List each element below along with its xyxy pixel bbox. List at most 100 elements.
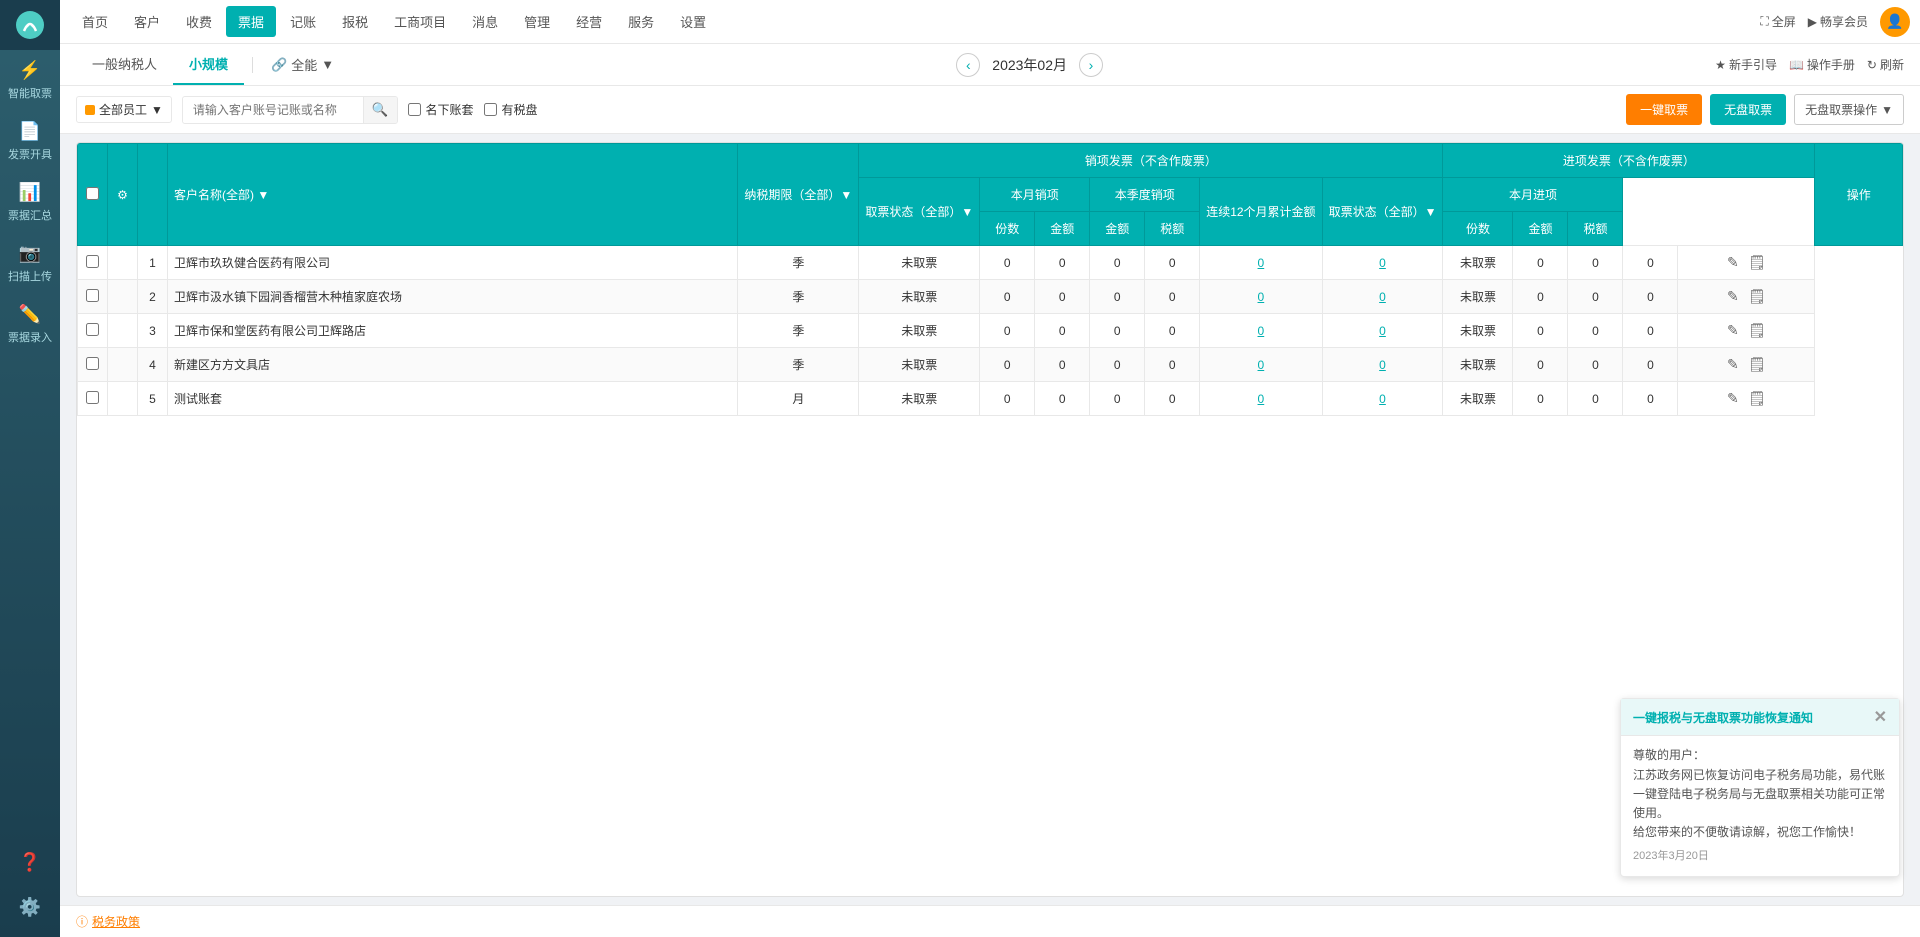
sidebar-settings-icon[interactable]: ⚙️ <box>0 887 60 927</box>
no-disk-fetch-btn[interactable]: 无盘取票 <box>1710 94 1786 125</box>
invoice-summary-icon: 📊 <box>19 182 41 203</box>
new-guide-label: 新手引导 <box>1729 56 1777 73</box>
search-input[interactable] <box>183 98 363 122</box>
edit-icon-0[interactable]: ✎ <box>1727 254 1739 270</box>
tax-policy-link[interactable]: 税务政策 <box>92 913 140 930</box>
view-icon-3[interactable]: 🗒 <box>1748 356 1766 372</box>
user-avatar[interactable]: 👤 <box>1880 7 1910 37</box>
row-settings-cell <box>108 246 138 280</box>
subtab-all[interactable]: 🔗 全能 ▼ <box>261 49 344 80</box>
checkbox-tax[interactable] <box>484 103 497 116</box>
row-checkbox-cell <box>78 314 108 348</box>
row-year-sale-tax-0: 0 <box>1322 246 1443 280</box>
topnav-item-bizproject[interactable]: 工商项目 <box>382 6 458 37</box>
vip-btn[interactable]: ▶ 畅享会员 <box>1808 13 1868 30</box>
row-month-purchase-count-2: 0 <box>1513 314 1568 348</box>
checkbox-account-label[interactable]: 名下账套 <box>408 101 474 118</box>
topnav-right: ⛶ 全屏 ▶ 畅享会员 👤 <box>1760 7 1910 37</box>
topnav-item-manage[interactable]: 管理 <box>512 6 562 37</box>
checkbox-account[interactable] <box>408 103 421 116</box>
row-checkbox-2[interactable] <box>86 323 99 336</box>
no-disk-ops-btn[interactable]: 无盘取票操作 ▼ <box>1794 94 1904 125</box>
row-checkbox-3[interactable] <box>86 357 99 370</box>
row-quarter-sale-amount-3: 0 <box>1090 348 1145 382</box>
prev-month-btn[interactable]: ‹ <box>956 53 980 77</box>
manual-icon: 📖 <box>1789 58 1804 72</box>
topnav-item-billing[interactable]: 收费 <box>174 6 224 37</box>
header-year-amount: 连续12个月累计金额 <box>1200 178 1322 246</box>
one-click-fetch-btn[interactable]: 一键取票 <box>1626 94 1702 125</box>
select-all-checkbox[interactable] <box>86 187 99 200</box>
topnav-item-settings[interactable]: 设置 <box>668 6 718 37</box>
current-date: 2023年02月 <box>992 55 1067 75</box>
vip-label: 畅享会员 <box>1820 13 1868 30</box>
topnav-item-service[interactable]: 服务 <box>616 6 666 37</box>
view-icon-4[interactable]: 🗒 <box>1748 390 1766 406</box>
row-purchase-status-1: 未取票 <box>1443 280 1513 314</box>
table-row: 1 卫辉市玖玖健合医药有限公司 季 未取票 0 0 0 0 0 0 未取票 0 … <box>78 246 1903 280</box>
row-checkbox-0[interactable] <box>86 255 99 268</box>
row-checkbox-1[interactable] <box>86 289 99 302</box>
edit-icon-4[interactable]: ✎ <box>1727 390 1739 406</box>
row-month-purchase-tax-4: 0 <box>1623 382 1678 416</box>
topnav-item-message[interactable]: 消息 <box>460 6 510 37</box>
table-row: 3 卫辉市保和堂医药有限公司卫辉路店 季 未取票 0 0 0 0 0 0 未取票… <box>78 314 1903 348</box>
header-settings-col: ⚙ <box>108 144 138 246</box>
row-quarter-sale-amount-4: 0 <box>1090 382 1145 416</box>
next-month-btn[interactable]: › <box>1079 53 1103 77</box>
topnav-item-accounting[interactable]: 记账 <box>278 6 328 37</box>
new-guide-btn[interactable]: ★ 新手引导 <box>1715 56 1777 73</box>
view-icon-1[interactable]: 🗒 <box>1748 288 1766 304</box>
subtab-bar: 一般纳税人 小规模 🔗 全能 ▼ ‹ 2023年02月 › ★ 新手引导 📖 <box>60 44 1920 86</box>
header-ops-col: 操作 <box>1815 144 1903 246</box>
row-month-purchase-tax-2: 0 <box>1623 314 1678 348</box>
row-purchase-status-0: 未取票 <box>1443 246 1513 280</box>
edit-icon-2[interactable]: ✎ <box>1727 322 1739 338</box>
subtab-divider <box>252 57 253 73</box>
fullscreen-btn[interactable]: ⛶ 全屏 <box>1760 13 1795 30</box>
edit-icon-1[interactable]: ✎ <box>1727 288 1739 304</box>
topnav-item-invoice[interactable]: 票据 <box>226 6 276 37</box>
topnav-item-clients[interactable]: 客户 <box>122 6 172 37</box>
toolbar: 全部员工 ▼ 🔍 名下账套 有税盘 一键取票 无盘取票 无盘取票操作 ▼ <box>60 86 1920 134</box>
row-month-purchase-tax-1: 0 <box>1623 280 1678 314</box>
topnav-item-tax[interactable]: 报税 <box>330 6 380 37</box>
row-settings-cell <box>108 348 138 382</box>
search-button[interactable]: 🔍 <box>363 97 397 123</box>
sidebar-item-invoice-issue[interactable]: 📄 发票开具 <box>0 111 60 172</box>
header-month-sale-count: 份数 <box>980 212 1035 246</box>
row-checkbox-4[interactable] <box>86 391 99 404</box>
row-purchase-status-2: 未取票 <box>1443 314 1513 348</box>
sidebar-logo <box>0 0 60 50</box>
notification-header: 一键报税与无盘取票功能恢复通知 ✕ <box>1621 699 1899 736</box>
employee-select[interactable]: 全部员工 ▼ <box>76 96 172 123</box>
sidebar-item-data-entry[interactable]: ✏️ 票据录入 <box>0 294 60 355</box>
question-icon: ⓘ <box>76 913 88 930</box>
refresh-btn[interactable]: ↻ 刷新 <box>1867 56 1904 73</box>
view-icon-0[interactable]: 🗒 <box>1748 254 1766 270</box>
employee-select-label: 全部员工 <box>99 101 147 118</box>
employee-select-arrow: ▼ <box>151 103 163 117</box>
header-month-sale: 本月销项 <box>980 178 1090 212</box>
sidebar-help-icon[interactable]: ❓ <box>0 842 60 882</box>
subtab-small[interactable]: 小规模 <box>173 44 244 85</box>
view-icon-2[interactable]: 🗒 <box>1748 322 1766 338</box>
notification-popup: 一键报税与无盘取票功能恢复通知 ✕ 尊敬的用户：江苏政务网已恢复访问电子税务局功… <box>1620 698 1900 877</box>
row-month-purchase-amount-3: 0 <box>1568 348 1623 382</box>
topnav-item-operate[interactable]: 经营 <box>564 6 614 37</box>
manual-btn[interactable]: 📖 操作手册 <box>1789 56 1855 73</box>
edit-icon-3[interactable]: ✎ <box>1727 356 1739 372</box>
sidebar-item-invoice-summary[interactable]: 📊 票据汇总 <box>0 172 60 233</box>
topnav-item-home[interactable]: 首页 <box>70 6 120 37</box>
sidebar-item-smart-fetch[interactable]: ⚡ 智能取票 <box>0 50 60 111</box>
row-checkbox-cell <box>78 348 108 382</box>
search-box: 🔍 <box>182 96 398 124</box>
sidebar-bottom: ❓ ⚙️ <box>0 842 60 937</box>
checkbox-tax-label[interactable]: 有税盘 <box>484 101 538 118</box>
subtab-general[interactable]: 一般纳税人 <box>76 44 173 85</box>
row-name-0: 卫辉市玖玖健合医药有限公司 <box>168 246 738 280</box>
sidebar-item-scan-upload[interactable]: 📷 扫描上传 <box>0 233 60 294</box>
checkbox-account-text: 名下账套 <box>426 101 474 118</box>
notification-close-btn[interactable]: ✕ <box>1874 707 1887 727</box>
vip-icon: ▶ <box>1808 15 1817 29</box>
